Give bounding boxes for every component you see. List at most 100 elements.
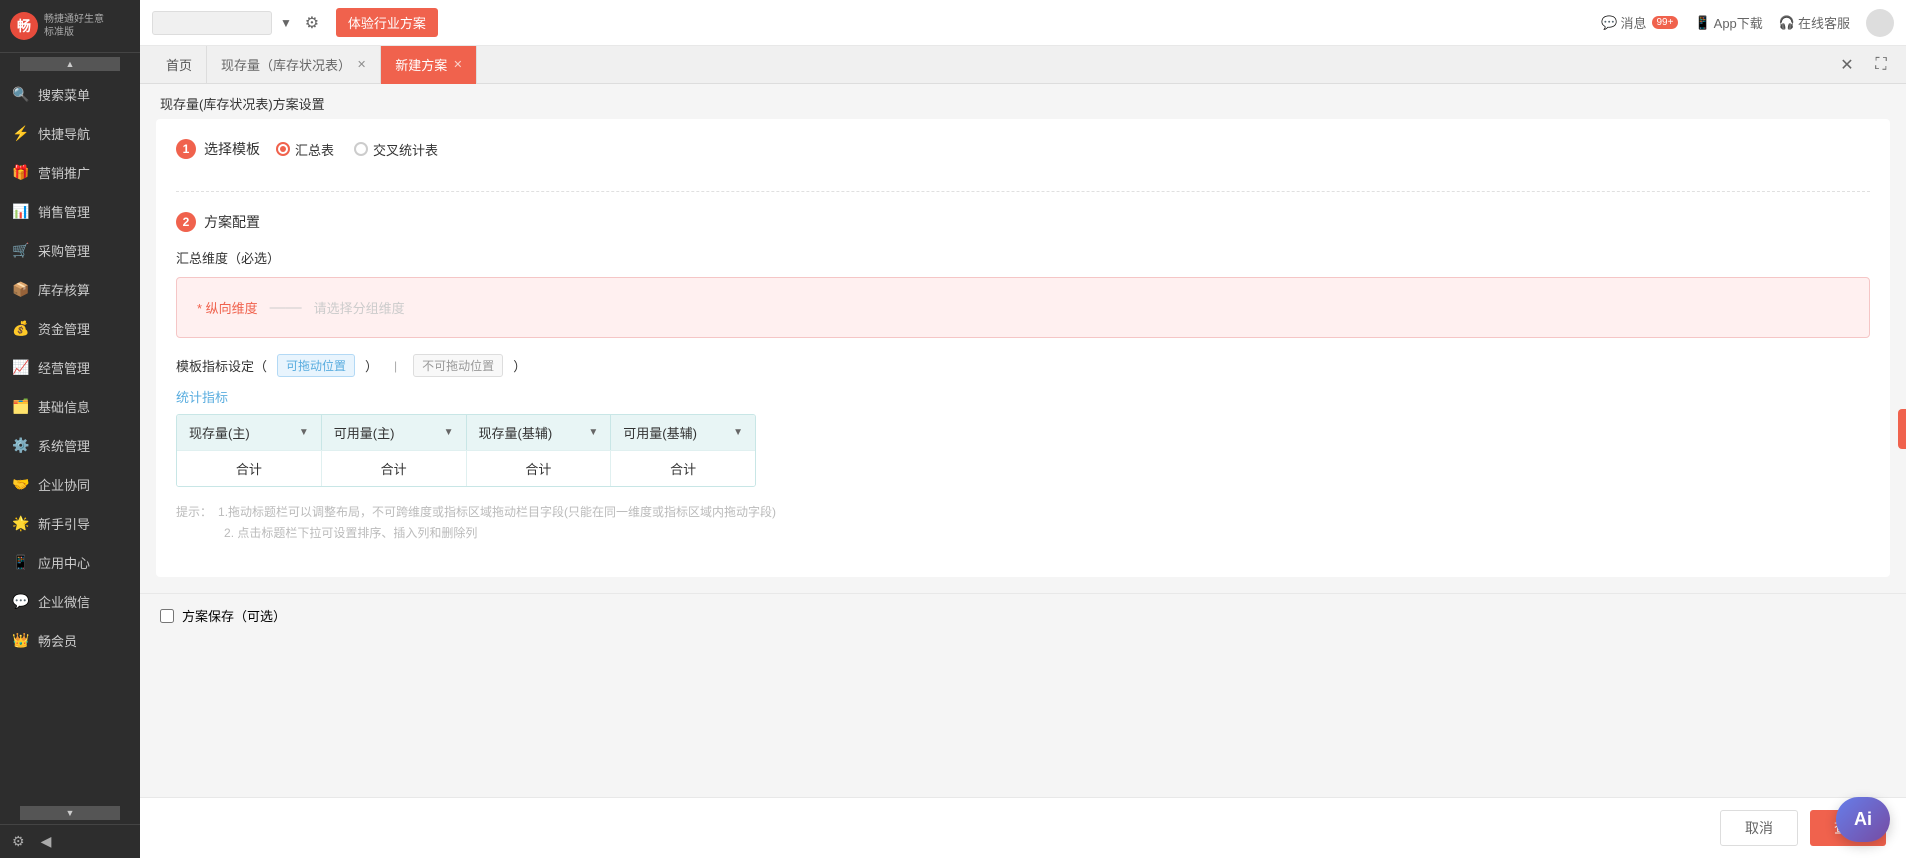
stats-body-col1: 合计 [177,451,322,486]
tab-close-new-scheme[interactable]: ✕ [453,58,462,71]
finance-icon: 💰 [12,320,30,338]
col4-chevron: ▼ [733,427,743,438]
nav-icon: ⚡ [12,125,30,143]
basic-icon: 🗂️ [12,398,30,416]
new-scheme-tab-label: 新建方案 [395,55,447,74]
ai-bubble[interactable]: Ai [1836,797,1890,842]
search-icon: 🔍 [12,86,30,104]
sidebar-item-sales-label: 销售管理 [38,202,90,221]
section2-num: 2 [176,212,196,232]
metrics-close-text: ） [365,356,378,375]
stats-body-col2: 合计 [322,451,467,486]
topbar-right: 💬 消息 99+ 📱 App下载 🎧 在线客服 [1601,9,1894,37]
close-panel-btn[interactable]: ✕ [1834,52,1860,78]
sidebar-item-nav-label: 快捷导航 [38,124,90,143]
col4-label: 可用量(基辅) [623,423,697,442]
sidebar-item-collab-label: 企业协同 [38,475,90,494]
topbar-dropdown-btn[interactable]: ▼ [280,16,292,30]
sidebar-item-sales[interactable]: 📊 销售管理 [0,192,140,231]
collapse-icon[interactable]: ◀ [41,833,52,850]
right-edge-indicator [1898,409,1906,449]
sidebar-item-basic-label: 基础信息 [38,397,90,416]
stats-body-col4: 合计 [611,451,755,486]
wechat-icon: 💬 [12,593,30,611]
sidebar-item-purchase-label: 采购管理 [38,241,90,260]
scroll-up-btn[interactable]: ▲ [20,57,120,71]
tab-close-inventory[interactable]: ✕ [357,58,366,71]
template-radio-group: 汇总表 交叉统计表 [276,140,438,159]
cancel-button[interactable]: 取消 [1720,810,1798,846]
sidebar-item-system[interactable]: ⚙️ 系统管理 [0,426,140,465]
sidebar-item-vip-label: 畅会员 [38,631,77,650]
app-download-btn[interactable]: 📱 App下载 [1694,13,1762,32]
topbar-gear-icon[interactable]: ⚙ [300,11,324,35]
sidebar-footer: ⚙ ◀ [0,824,140,858]
ai-label: Ai [1854,809,1872,829]
non-draggable-badge: 不可拖动位置 [413,354,503,377]
scheme-card: 1 选择模板 汇总表 交叉统计表 [156,119,1890,577]
col3-label: 现存量(基辅) [479,423,553,442]
app-name: 畅捷通好生意 标准版 [44,13,104,39]
sidebar-item-newbie-label: 新手引导 [38,514,90,533]
sidebar-item-finance[interactable]: 💰 资金管理 [0,309,140,348]
home-tab-label: 首页 [166,55,192,74]
headset-icon: 🎧 [1779,15,1795,31]
sidebar-item-wechat-label: 企业微信 [38,592,90,611]
sidebar-item-search[interactable]: 🔍 搜索菜单 [0,75,140,114]
industry-scheme-btn[interactable]: 体验行业方案 [336,8,438,37]
tab-home[interactable]: 首页 [152,46,207,84]
marketing-icon: 🎁 [12,164,30,182]
radio-summary[interactable]: 汇总表 [276,140,334,159]
main-area: ▼ ⚙ 体验行业方案 💬 消息 99+ 📱 App下载 🎧 在线客服 首页 [140,0,1906,858]
sidebar-item-apps-label: 应用中心 [38,553,90,572]
sidebar-item-marketing[interactable]: 🎁 营销推广 [0,153,140,192]
sidebar-item-collab[interactable]: 🤝 企业协同 [0,465,140,504]
stats-header-col2[interactable]: 可用量(主) ▼ [322,415,467,450]
stats-body-col3: 合计 [467,451,612,486]
col3-chevron: ▼ [588,427,598,438]
radio-cross-label: 交叉统计表 [373,140,438,159]
metrics-label-text: 模板指标设定（ [176,356,267,375]
sidebar-item-inventory[interactable]: 📦 库存核算 [0,270,140,309]
sidebar-item-inventory-label: 库存核算 [38,280,90,299]
sidebar-item-apps[interactable]: 📱 应用中心 [0,543,140,582]
tabbar: 首页 现存量（库存状况表） ✕ 新建方案 ✕ ✕ ⛶ [140,46,1906,84]
stats-header-col3[interactable]: 现存量(基辅) ▼ [467,415,612,450]
sidebar-item-system-label: 系统管理 [38,436,90,455]
scroll-down-btn[interactable]: ▼ [20,806,120,820]
template-section: 1 选择模板 汇总表 交叉统计表 [176,139,1870,192]
maximize-btn[interactable]: ⛶ [1868,52,1894,78]
settings-icon[interactable]: ⚙ [12,833,25,850]
tab-new-scheme[interactable]: 新建方案 ✕ [381,46,477,84]
sidebar-item-business-label: 经营管理 [38,358,90,377]
tab-inventory-status[interactable]: 现存量（库存状况表） ✕ [207,46,381,84]
stats-header-col1[interactable]: 现存量(主) ▼ [177,415,322,450]
dimension-divider: —— [270,299,302,317]
sidebar-item-purchase[interactable]: 🛒 采购管理 [0,231,140,270]
radio-cross[interactable]: 交叉统计表 [354,140,438,159]
sidebar-item-nav[interactable]: ⚡ 快捷导航 [0,114,140,153]
online-service-btn[interactable]: 🎧 在线客服 [1779,13,1850,32]
inventory-icon: 📦 [12,281,30,299]
sidebar-item-finance-label: 资金管理 [38,319,90,338]
page-title: 现存量(库存状况表)方案设置 [160,97,325,112]
save-checkbox[interactable] [160,609,174,623]
sidebar-item-basic[interactable]: 🗂️ 基础信息 [0,387,140,426]
sidebar-item-wechat[interactable]: 💬 企业微信 [0,582,140,621]
hints: 提示： 1.拖动标题栏可以调整布局，不可跨维度或指标区域拖动栏目字段(只能在同一… [176,503,1870,541]
topbar-search-input[interactable] [152,11,272,35]
draggable-badge: 可拖动位置 [277,354,355,377]
col2-chevron: ▼ [444,427,454,438]
dimension-placeholder[interactable]: 请选择分组维度 [314,298,405,317]
vertical-dim-label: * 纵向维度 [197,298,258,317]
logo-icon: 畅 [10,12,38,40]
scheme-section: 2 方案配置 汇总维度（必选） * 纵向维度 —— 请选择分组维度 模板指标设定… [176,212,1870,541]
user-avatar[interactable] [1866,9,1894,37]
sidebar-item-vip[interactable]: 👑 畅会员 [0,621,140,660]
sidebar-item-business[interactable]: 📈 经营管理 [0,348,140,387]
sidebar-item-newbie[interactable]: 🌟 新手引导 [0,504,140,543]
radio-cross-circle [354,142,368,156]
stats-header-col4[interactable]: 可用量(基辅) ▼ [611,415,755,450]
hint-1: 提示： 1.拖动标题栏可以调整布局，不可跨维度或指标区域拖动栏目字段(只能在同一… [176,503,1870,520]
message-btn[interactable]: 💬 消息 99+ [1601,13,1678,32]
